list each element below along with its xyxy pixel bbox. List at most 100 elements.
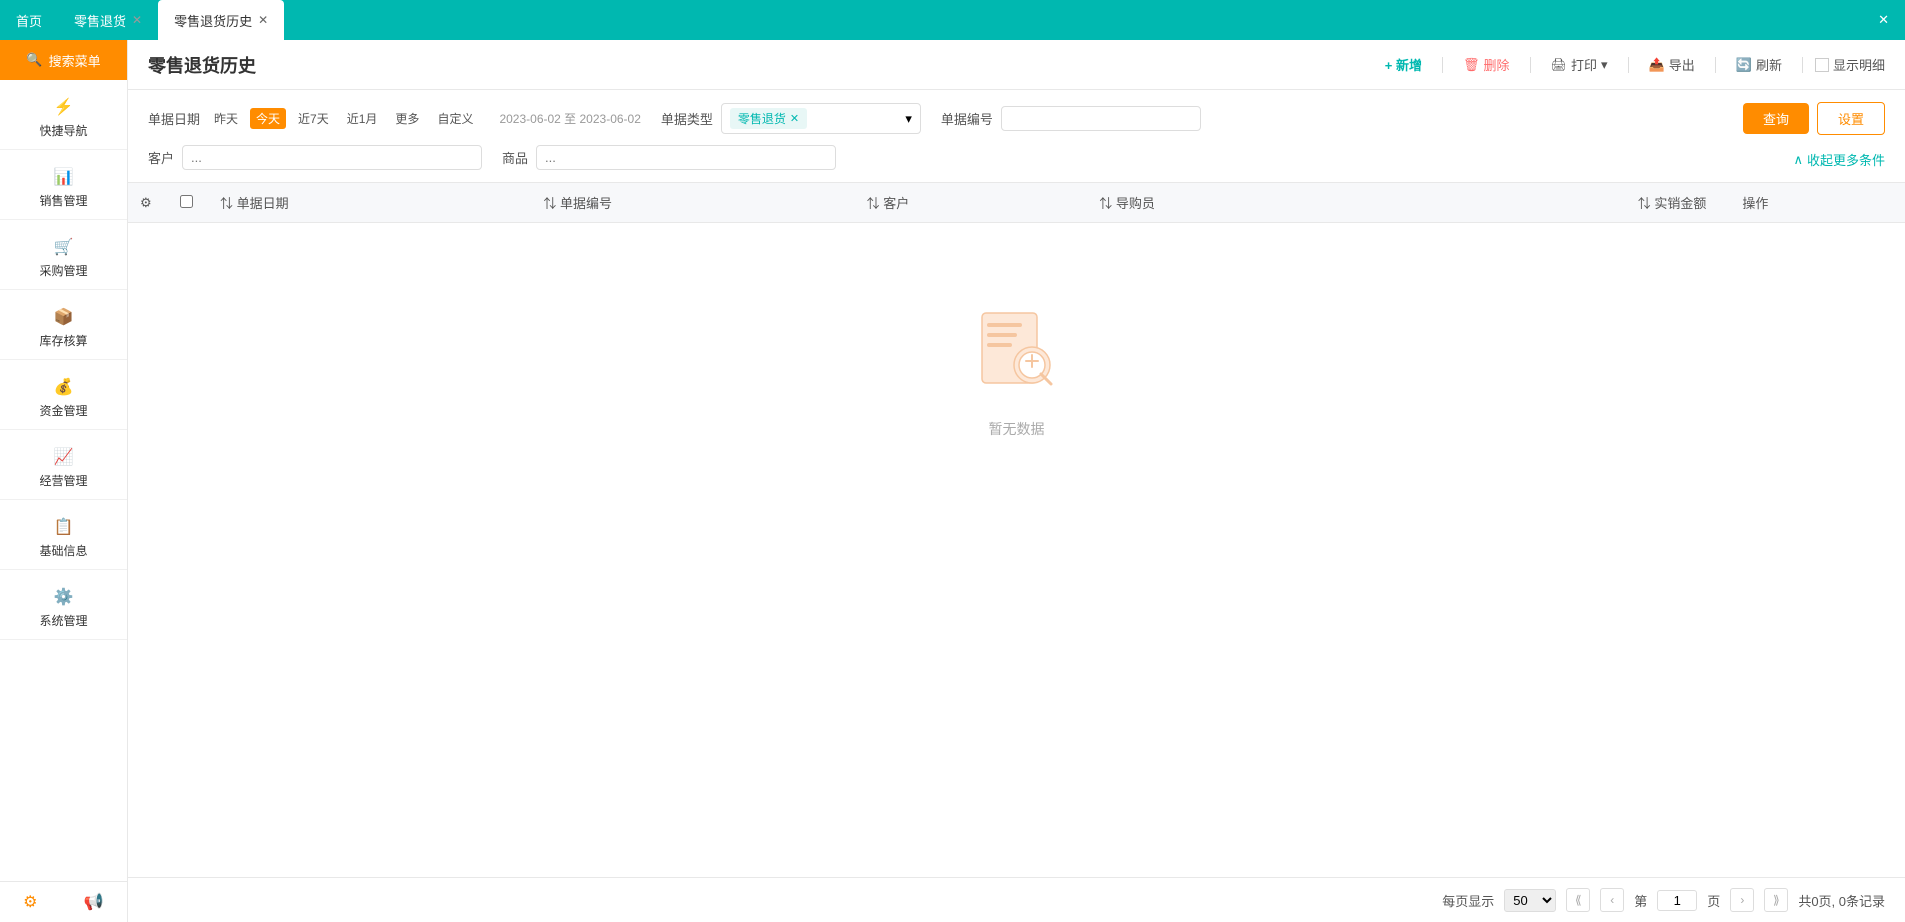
th-guide-label: ⇅ 导购员 [1099,196,1155,211]
sidebar-item-system[interactable]: ⚙️ 系统管理 [0,570,127,640]
filter-type: 单据类型 零售退货 ✕ ▾ [661,103,921,134]
sidebar-item-purchase-label: 采购管理 [39,262,87,279]
th-settings[interactable]: ⚙ [128,183,168,223]
date-btn-today[interactable]: 今天 [250,108,286,129]
show-detail-label-text: 显示明细 [1833,55,1885,74]
sidebar-item-basicinfo-label: 基础信息 [39,542,87,559]
show-detail-checkbox[interactable] [1815,58,1829,72]
delete-icon: 🗑 [1463,57,1480,73]
goods-input[interactable] [536,145,836,170]
main-layout: 🔍 搜索菜单 ⚡ 快捷导航 📊 销售管理 🛒 采购管理 📦 库存核算 💰 资金管… [0,40,1905,922]
date-btn-7days[interactable]: 近7天 [292,108,335,129]
th-amount[interactable]: ⇅ 实销金额 [1365,183,1730,223]
sidebar-item-finance[interactable]: 💰 资金管理 [0,360,127,430]
filter-row-2: 客户 商品 ∧ 收起更多条件 [148,145,1885,170]
tab-retail-return-close[interactable]: ✕ [132,13,142,27]
print-icon: 🖨 [1551,57,1568,73]
delete-button[interactable]: 🗑 删除 [1455,51,1518,78]
order-filter-label: 单据编号 [941,109,993,128]
per-page-select[interactable]: 50 100 200 [1504,889,1556,912]
empty-state: 暂无数据 [128,223,1905,519]
customer-input[interactable] [182,145,482,170]
th-order-no-label: ⇅ 单据编号 [543,196,612,211]
type-tag-text: 零售退货 [738,110,786,127]
print-arrow: ▾ [1601,57,1608,73]
sales-icon: 📊 [53,166,75,188]
page-unit: 页 [1707,891,1720,910]
refresh-button[interactable]: 🔄 刷新 [1728,51,1790,78]
tab-retail-return-history[interactable]: 零售退货历史 ✕ [158,0,284,40]
th-date[interactable]: ⇅ 单据日期 [208,183,531,223]
top-bar-close[interactable]: ✕ [1878,12,1905,28]
order-input[interactable] [1001,106,1201,131]
sidebar-item-quicknav[interactable]: ⚡ 快捷导航 [0,80,127,150]
filter-date-range: 2023-06-02 至 2023-06-02 [499,110,640,127]
tab-retail-return-history-label: 零售退货历史 [174,11,252,30]
first-page-button[interactable]: ⟪ [1566,888,1590,912]
column-settings-icon[interactable]: ⚙ [140,195,152,210]
print-button[interactable]: 🖨 打印 ▾ [1543,51,1616,78]
table-body: 暂无数据 [128,223,1905,520]
date-btn-more[interactable]: 更多 [389,108,425,129]
setting-button[interactable]: 设置 [1817,102,1885,135]
export-icon: 📤 [1649,57,1665,73]
last-page-button[interactable]: ⟫ [1764,888,1788,912]
volume-icon[interactable]: 📢 [84,892,104,912]
sidebar-item-inventory-label: 库存核算 [39,332,87,349]
filter-order: 单据编号 [941,106,1201,131]
content-area: 零售退货历史 + 新增 🗑 删除 🖨 打印 ▾ 📤 导出 [128,40,1905,922]
query-button[interactable]: 查询 [1743,103,1809,134]
type-dropdown-arrow: ▾ [905,111,912,127]
th-order-no[interactable]: ⇅ 单据编号 [531,183,854,223]
page-label: 第 [1634,891,1647,910]
page-input[interactable] [1657,890,1697,911]
sidebar-item-basicinfo[interactable]: 📋 基础信息 [0,500,127,570]
type-tag: 零售退货 ✕ [730,108,807,129]
th-amount-label: ⇅ 实销金额 [1638,196,1707,211]
new-button[interactable]: + 新增 [1377,51,1430,78]
export-label: 导出 [1669,55,1695,74]
th-customer[interactable]: ⇅ 客户 [855,183,1088,223]
date-btn-custom[interactable]: 自定义 [431,108,479,129]
divider-3 [1628,57,1629,73]
sidebar-item-sales[interactable]: 📊 销售管理 [0,150,127,220]
sidebar-item-operations[interactable]: 📈 经营管理 [0,430,127,500]
th-guide[interactable]: ⇅ 导购员 [1087,183,1365,223]
tab-retail-return[interactable]: 零售退货 ✕ [58,0,158,40]
type-tag-close[interactable]: ✕ [790,112,799,125]
date-shortcuts: 昨天 今天 近7天 近1月 更多 自定义 [208,108,479,129]
collapse-button[interactable]: ∧ 收起更多条件 [1793,150,1885,169]
page-header: 零售退货历史 + 新增 🗑 删除 🖨 打印 ▾ 📤 导出 [128,40,1905,90]
prev-page-button[interactable]: ‹ [1600,888,1624,912]
tab-retail-return-history-close[interactable]: ✕ [258,13,268,27]
purchase-icon: 🛒 [53,236,75,258]
type-select[interactable]: 零售退货 ✕ ▾ [721,103,921,134]
sidebar-item-sales-label: 销售管理 [39,192,87,209]
select-all-checkbox[interactable] [180,195,193,208]
tab-home[interactable]: 首页 [0,0,58,40]
tab-retail-return-label: 零售退货 [74,11,126,30]
next-page-button[interactable]: › [1730,888,1754,912]
operations-icon: 📈 [53,446,75,468]
filter-row-1: 单据日期 昨天 今天 近7天 近1月 更多 自定义 2023-06-02 至 2… [148,102,1885,135]
date-btn-yesterday[interactable]: 昨天 [208,108,244,129]
th-customer-label: ⇅ 客户 [867,196,910,211]
date-btn-1month[interactable]: 近1月 [341,108,384,129]
sidebar-item-finance-label: 资金管理 [39,402,87,419]
filter-area: 单据日期 昨天 今天 近7天 近1月 更多 自定义 2023-06-02 至 2… [128,90,1905,183]
settings-bottom-icon[interactable]: ⚙ [23,892,37,912]
th-check[interactable] [168,183,208,223]
sidebar-search[interactable]: 🔍 搜索菜单 [0,40,127,80]
table-container: ⚙ ⇅ 单据日期 ⇅ 单据编号 ⇅ 客户 [128,183,1905,877]
sidebar-item-inventory[interactable]: 📦 库存核算 [0,290,127,360]
divider-1 [1442,57,1443,73]
sidebar-item-purchase[interactable]: 🛒 采购管理 [0,220,127,290]
filter-customer: 客户 [148,145,482,170]
collapse-container: ∧ 收起更多条件 [1793,146,1885,169]
th-date-label: ⇅ 单据日期 [220,196,289,211]
pagination-summary: 共0页, 0条记录 [1798,891,1885,910]
system-icon: ⚙️ [53,586,75,608]
export-button[interactable]: 📤 导出 [1641,51,1703,78]
th-action-label: 操作 [1742,196,1768,211]
sidebar-bottom: ⚙ 📢 [0,881,127,922]
